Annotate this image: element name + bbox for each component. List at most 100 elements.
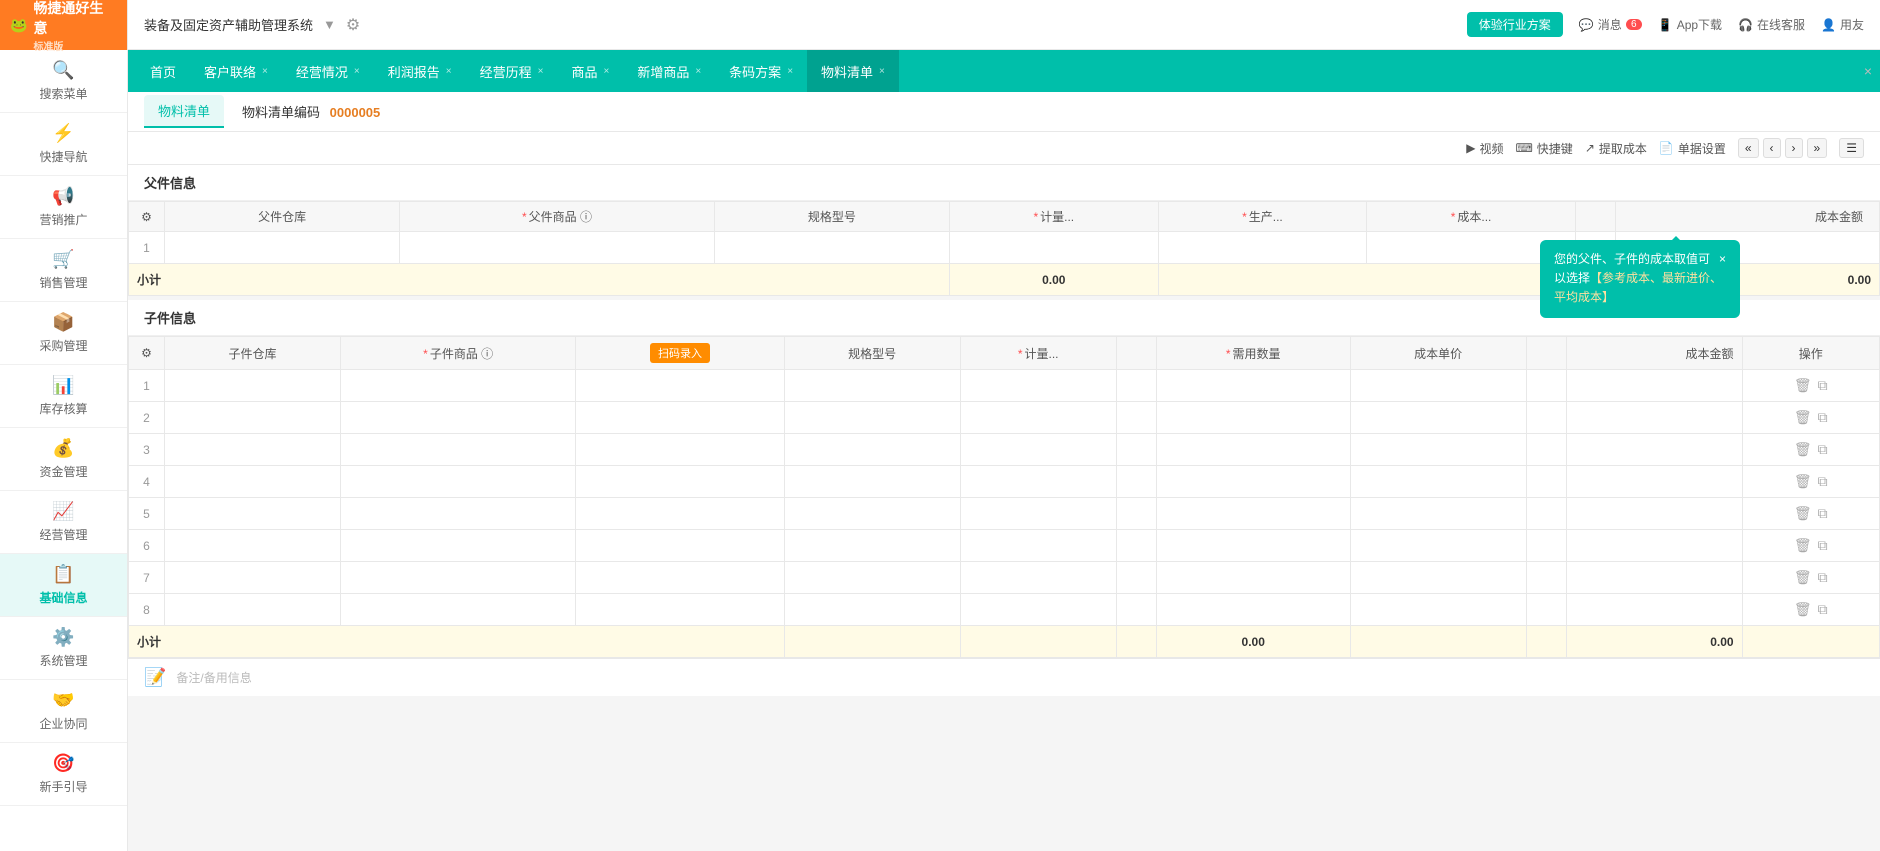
parent-cell-warehouse-1[interactable] — [165, 232, 400, 264]
tab-close-icon[interactable]: × — [695, 66, 701, 77]
child-cell-need-qty-2[interactable] — [1156, 402, 1350, 434]
nav-tab-新增商品[interactable]: 新增商品 × — [623, 50, 715, 92]
tab-close-icon[interactable]: × — [446, 66, 452, 77]
message-item[interactable]: 💬 消息 6 — [1579, 16, 1642, 33]
copy-icon-8[interactable]: ⧉ — [1818, 601, 1828, 618]
nav-tab-物料清单[interactable]: 物料清单 × — [807, 50, 899, 92]
user-item[interactable]: 👤 用友 — [1821, 16, 1864, 33]
delete-icon-8[interactable]: 🗑 — [1794, 601, 1812, 618]
child-cell-spec-7[interactable] — [784, 562, 960, 594]
child-cell-unit-7[interactable] — [960, 562, 1116, 594]
child-cell-spec-4[interactable] — [784, 466, 960, 498]
nav-prev[interactable]: ‹ — [1763, 138, 1781, 158]
child-cell-scan-4[interactable] — [576, 466, 784, 498]
child-cell-unit-6[interactable] — [960, 530, 1116, 562]
child-cell-warehouse-5[interactable] — [165, 498, 341, 530]
delete-icon-7[interactable]: 🗑 — [1794, 569, 1812, 586]
child-cell-need-qty-6[interactable] — [1156, 530, 1350, 562]
child-cell-need-qty-1[interactable] — [1156, 370, 1350, 402]
single-settings-item[interactable]: 📄 单据设置 — [1659, 140, 1726, 157]
child-cell-spec-5[interactable] — [784, 498, 960, 530]
child-cell-unit-3[interactable] — [960, 434, 1116, 466]
parent-cell-product-1[interactable] — [400, 232, 715, 264]
child-cell-unit-1[interactable] — [960, 370, 1116, 402]
child-cell-scan-1[interactable] — [576, 370, 784, 402]
child-cell-scan-5[interactable] — [576, 498, 784, 530]
extract-cost-item[interactable]: ↗ 提取成本 — [1585, 140, 1647, 157]
tab-close-icon[interactable]: × — [354, 66, 360, 77]
child-cell-warehouse-7[interactable] — [165, 562, 341, 594]
child-cell-unit-cost-5[interactable] — [1350, 498, 1526, 530]
child-cell-need-qty-7[interactable] — [1156, 562, 1350, 594]
nav-next[interactable]: › — [1785, 138, 1803, 158]
child-cell-warehouse-1[interactable] — [165, 370, 341, 402]
nav-tab-客户联络[interactable]: 客户联络 × — [190, 50, 282, 92]
child-cell-unit-8[interactable] — [960, 594, 1116, 626]
delete-icon-5[interactable]: 🗑 — [1794, 505, 1812, 522]
tab-close-icon[interactable]: × — [879, 66, 885, 77]
delete-icon-6[interactable]: 🗑 — [1794, 537, 1812, 554]
parent-cell-unit-1[interactable] — [949, 232, 1158, 264]
child-cell-unit-cost-1[interactable] — [1350, 370, 1526, 402]
sidebar-item-基础信息[interactable]: 📋基础信息 — [0, 554, 127, 617]
child-cell-warehouse-2[interactable] — [165, 402, 341, 434]
child-cell-product-4[interactable] — [340, 466, 575, 498]
child-cell-unit-cost-3[interactable] — [1350, 434, 1526, 466]
copy-icon-2[interactable]: ⧉ — [1818, 409, 1828, 426]
child-cell-unit-cost-4[interactable] — [1350, 466, 1526, 498]
nav-tab-利润报告[interactable]: 利润报告 × — [374, 50, 466, 92]
child-cell-unit-cost-7[interactable] — [1350, 562, 1526, 594]
child-cell-warehouse-6[interactable] — [165, 530, 341, 562]
nav-tab-经营情况[interactable]: 经营情况 × — [282, 50, 374, 92]
menu-icon[interactable]: ☰ — [1839, 138, 1864, 158]
child-cell-product-2[interactable] — [340, 402, 575, 434]
child-cell-scan-3[interactable] — [576, 434, 784, 466]
child-cell-warehouse-4[interactable] — [165, 466, 341, 498]
settings-icon[interactable]: ⚙ — [346, 15, 360, 35]
child-cell-warehouse-8[interactable] — [165, 594, 341, 626]
child-cell-need-qty-8[interactable] — [1156, 594, 1350, 626]
parent-cell-spec-1[interactable] — [714, 232, 949, 264]
child-cell-spec-1[interactable] — [784, 370, 960, 402]
scan-input-button[interactable]: 扫码录入 — [650, 343, 710, 363]
sidebar-item-资金管理[interactable]: 💰资金管理 — [0, 428, 127, 491]
child-cell-scan-6[interactable] — [576, 530, 784, 562]
sub-tab-material-list[interactable]: 物料清单 — [144, 95, 224, 128]
sidebar-item-搜索菜单[interactable]: 🔍搜索菜单 — [0, 50, 127, 113]
copy-icon-5[interactable]: ⧉ — [1818, 505, 1828, 522]
child-cell-product-6[interactable] — [340, 530, 575, 562]
nav-tab-首页[interactable]: 首页 — [136, 50, 190, 92]
nav-tab-条码方案[interactable]: 条码方案 × — [715, 50, 807, 92]
child-cell-need-qty-3[interactable] — [1156, 434, 1350, 466]
nav-next-next[interactable]: » — [1807, 138, 1828, 158]
child-cell-product-7[interactable] — [340, 562, 575, 594]
tab-close-icon[interactable]: × — [262, 66, 268, 77]
child-cell-unit-cost-6[interactable] — [1350, 530, 1526, 562]
app-download-item[interactable]: 📱 App下载 — [1658, 16, 1722, 33]
nav-close-all[interactable]: × — [1864, 63, 1872, 79]
parent-cell-produce-1[interactable] — [1158, 232, 1367, 264]
delete-icon-4[interactable]: 🗑 — [1794, 473, 1812, 490]
child-cell-scan-7[interactable] — [576, 562, 784, 594]
child-cell-product-3[interactable] — [340, 434, 575, 466]
child-cell-spec-3[interactable] — [784, 434, 960, 466]
sidebar-item-采购管理[interactable]: 📦采购管理 — [0, 302, 127, 365]
sidebar-item-销售管理[interactable]: 🛒销售管理 — [0, 239, 127, 302]
child-cell-scan-8[interactable] — [576, 594, 784, 626]
copy-icon-3[interactable]: ⧉ — [1818, 441, 1828, 458]
child-cell-unit-4[interactable] — [960, 466, 1116, 498]
delete-icon-1[interactable]: 🗑 — [1794, 377, 1812, 394]
tab-close-icon[interactable]: × — [538, 66, 544, 77]
sidebar-item-企业协同[interactable]: 🤝企业协同 — [0, 680, 127, 743]
sidebar-item-营销推广[interactable]: 📢营销推广 — [0, 176, 127, 239]
copy-icon-1[interactable]: ⧉ — [1818, 377, 1828, 394]
delete-icon-3[interactable]: 🗑 — [1794, 441, 1812, 458]
nav-tab-经营历程[interactable]: 经营历程 × — [466, 50, 558, 92]
tab-close-icon[interactable]: × — [787, 66, 793, 77]
delete-icon-2[interactable]: 🗑 — [1794, 409, 1812, 426]
child-cell-unit-5[interactable] — [960, 498, 1116, 530]
child-cell-spec-8[interactable] — [784, 594, 960, 626]
dropdown-icon[interactable]: ▼ — [323, 17, 336, 32]
child-cell-product-5[interactable] — [340, 498, 575, 530]
sidebar-item-快捷导航[interactable]: ⚡快捷导航 — [0, 113, 127, 176]
